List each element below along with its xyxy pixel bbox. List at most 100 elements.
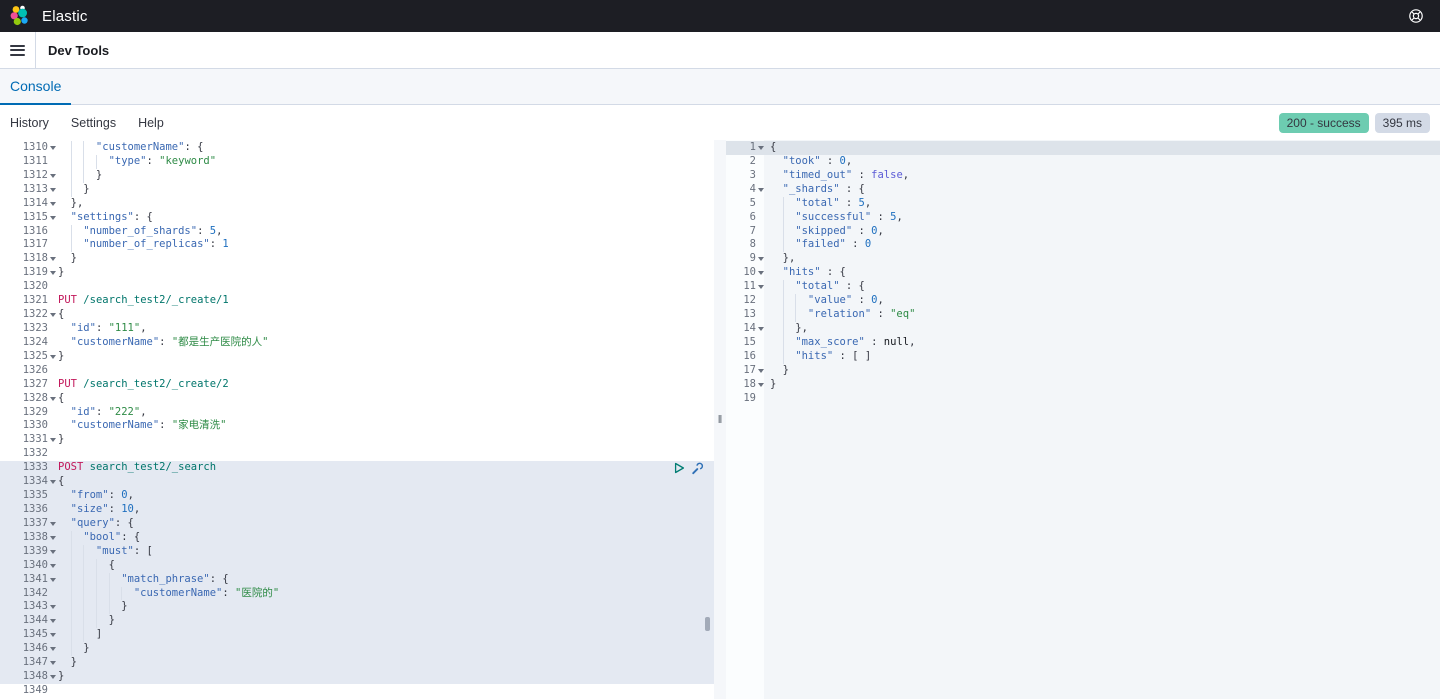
request-editor-line[interactable]: 1327PUT /search_test2/_create/2	[0, 378, 714, 392]
help-menu-button[interactable]: Help	[138, 116, 164, 130]
fold-arrow-icon[interactable]	[758, 271, 764, 275]
fold-arrow-icon[interactable]	[50, 202, 56, 206]
request-editor-line[interactable]: 1312}	[0, 169, 714, 183]
fold-arrow-icon[interactable]	[50, 619, 56, 623]
fold-arrow-icon[interactable]	[50, 146, 56, 150]
request-editor-line[interactable]: 1347}	[0, 656, 714, 670]
request-editor-line[interactable]: 1335"from": 0,	[0, 489, 714, 503]
fold-arrow-icon[interactable]	[758, 257, 764, 261]
request-editor-line[interactable]: 1342"customerName": "医院的"	[0, 587, 714, 601]
fold-arrow-icon[interactable]	[50, 216, 56, 220]
request-editor-line[interactable]: 1348}	[0, 670, 714, 684]
code-text: {	[764, 141, 1440, 155]
request-editor-line[interactable]: 1337"query": {	[0, 517, 714, 531]
fold-arrow-icon[interactable]	[50, 188, 56, 192]
line-number: 3	[726, 169, 756, 183]
fold-arrow-icon[interactable]	[50, 564, 56, 568]
line-number: 1327	[0, 378, 48, 392]
request-editor-line[interactable]: 1325}	[0, 350, 714, 364]
fold-arrow-icon[interactable]	[50, 661, 56, 665]
settings-button[interactable]: Settings	[71, 116, 116, 130]
fold-arrow-icon[interactable]	[758, 383, 764, 387]
request-editor-line[interactable]: 1331}	[0, 433, 714, 447]
elastic-logo[interactable]	[10, 5, 32, 27]
line-number: 5	[726, 197, 756, 211]
fold-arrow-icon[interactable]	[50, 271, 56, 275]
fold-arrow-icon[interactable]	[50, 522, 56, 526]
request-editor-line[interactable]: 1343}	[0, 600, 714, 614]
fold-arrow-icon[interactable]	[758, 327, 764, 331]
fold-arrow-icon[interactable]	[758, 188, 764, 192]
request-editor-line[interactable]: 1329"id": "222",	[0, 406, 714, 420]
request-editor-line[interactable]: 1338"bool": {	[0, 531, 714, 545]
send-request-icon[interactable]	[674, 462, 685, 474]
request-editor-line[interactable]: 1319}	[0, 266, 714, 280]
code-text	[58, 684, 714, 698]
request-editor-line[interactable]: 1344}	[0, 614, 714, 628]
fold-arrow-icon[interactable]	[50, 647, 56, 651]
request-editor-line[interactable]: 1339"must": [	[0, 545, 714, 559]
request-editor-line[interactable]: 1311"type": "keyword"	[0, 155, 714, 169]
fold-arrow-icon[interactable]	[50, 536, 56, 540]
fold-arrow-icon[interactable]	[50, 480, 56, 484]
request-editor-line[interactable]: 1334{	[0, 475, 714, 489]
code-text: "hits" : [ ]	[764, 350, 1440, 364]
fold-arrow-icon[interactable]	[50, 633, 56, 637]
tab-console[interactable]: Console	[0, 69, 71, 105]
code-text: "id": "111",	[58, 322, 714, 336]
code-text: "successful" : 5,	[764, 211, 1440, 225]
fold-arrow-icon[interactable]	[50, 313, 56, 317]
help-button[interactable]	[1402, 2, 1430, 30]
fold-arrow-icon[interactable]	[50, 174, 56, 178]
fold-arrow-icon[interactable]	[50, 397, 56, 401]
request-editor-line[interactable]: 1310"customerName": {	[0, 141, 714, 155]
request-editor-line[interactable]: 1323"id": "111",	[0, 322, 714, 336]
request-editor-line[interactable]: 1341"match_phrase": {	[0, 573, 714, 587]
request-editor-line[interactable]: 1336"size": 10,	[0, 503, 714, 517]
request-editor-line[interactable]: 1332	[0, 447, 714, 461]
panel-resizer[interactable]: ‖	[714, 140, 726, 699]
request-editor-line[interactable]: 1321PUT /search_test2/_create/1	[0, 294, 714, 308]
request-editor-line[interactable]: 1333POST search_test2/_search	[0, 461, 714, 475]
request-editor-line[interactable]: 1314},	[0, 197, 714, 211]
fold-arrow-icon[interactable]	[758, 146, 764, 150]
request-editor[interactable]: 1310"customerName": {1311"type": "keywor…	[0, 140, 714, 699]
line-number: 1313	[0, 183, 48, 197]
request-editor-line[interactable]: 1346}	[0, 642, 714, 656]
request-editor-line[interactable]: 1328{	[0, 392, 714, 406]
fold-arrow-icon[interactable]	[50, 257, 56, 261]
request-editor-line[interactable]: 1340{	[0, 559, 714, 573]
request-editor-line[interactable]: 1313}	[0, 183, 714, 197]
code-text: PUT /search_test2/_create/1	[58, 294, 714, 308]
request-editor-line[interactable]: 1326	[0, 364, 714, 378]
editor-scrollbar-thumb[interactable]	[705, 617, 710, 631]
fold-arrow-icon[interactable]	[50, 605, 56, 609]
request-editor-line[interactable]: 1345]	[0, 628, 714, 642]
code-text: "query": {	[58, 517, 714, 531]
wrench-icon[interactable]	[691, 462, 704, 475]
request-editor-line[interactable]: 1318}	[0, 252, 714, 266]
request-editor-line[interactable]: 1315"settings": {	[0, 211, 714, 225]
request-editor-line[interactable]: 1320	[0, 280, 714, 294]
nav-divider	[35, 32, 36, 68]
line-number: 1331	[0, 433, 48, 447]
history-button[interactable]: History	[10, 116, 49, 130]
fold-arrow-icon[interactable]	[50, 578, 56, 582]
line-number: 1333	[0, 461, 48, 475]
fold-arrow-icon[interactable]	[50, 438, 56, 442]
fold-arrow-icon[interactable]	[50, 355, 56, 359]
code-text: {	[58, 392, 714, 406]
nav-menu-button[interactable]	[0, 32, 35, 68]
fold-arrow-icon[interactable]	[758, 369, 764, 373]
request-editor-line[interactable]: 1330"customerName": "家电清洗"	[0, 419, 714, 433]
code-text: "failed" : 0	[764, 238, 1440, 252]
fold-arrow-icon[interactable]	[758, 285, 764, 289]
request-editor-line[interactable]: 1317"number_of_replicas": 1	[0, 238, 714, 252]
request-editor-line[interactable]: 1322{	[0, 308, 714, 322]
request-editor-line[interactable]: 1349	[0, 684, 714, 698]
request-editor-line[interactable]: 1324"customerName": "都是生产医院的人"	[0, 336, 714, 350]
fold-arrow-icon[interactable]	[50, 675, 56, 679]
fold-arrow-icon[interactable]	[50, 550, 56, 554]
request-editor-line[interactable]: 1316"number_of_shards": 5,	[0, 225, 714, 239]
line-number: 16	[726, 350, 756, 364]
